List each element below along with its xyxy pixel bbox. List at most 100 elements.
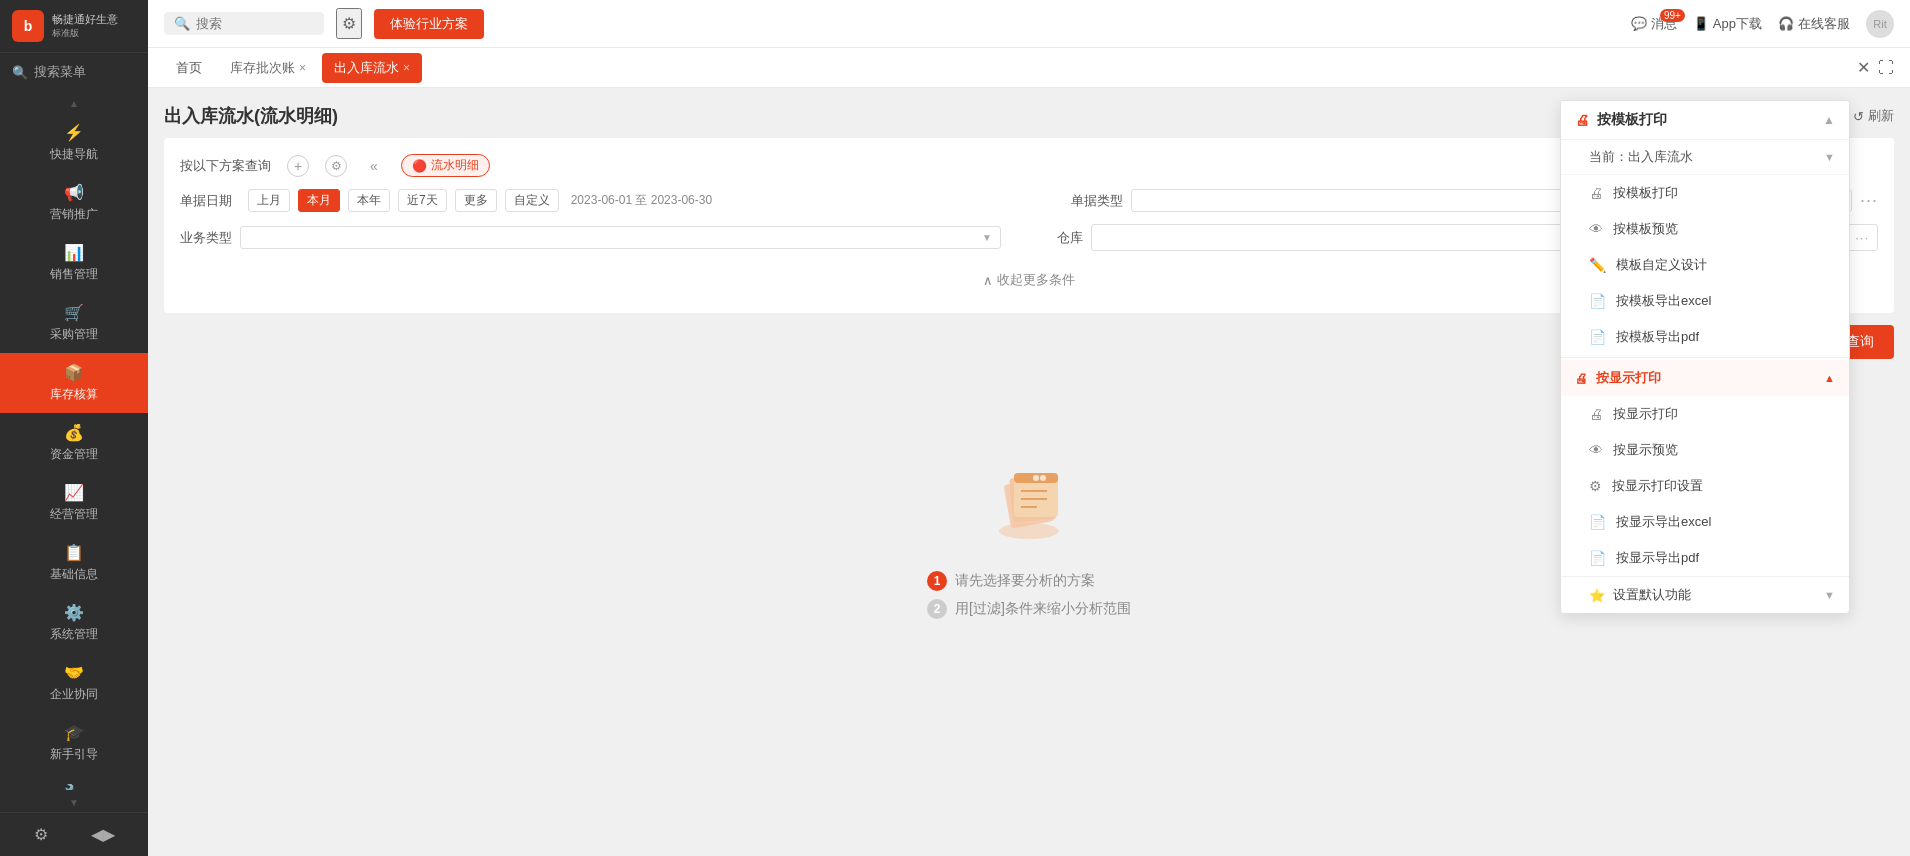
sidebar-item-purchase[interactable]: 🛒 采购管理: [0, 293, 148, 353]
sidebar-item-marketing[interactable]: 📢 营销推广: [0, 173, 148, 233]
collapse-sidebar-icon[interactable]: ◀▶: [91, 825, 115, 844]
sidebar-nav: ⚡ 快捷导航 📢 营销推广 📊 销售管理 🛒 采购管理 📦 库存核算 💰 资金管…: [0, 113, 148, 790]
marketing-icon: 📢: [64, 183, 84, 202]
header-search-input[interactable]: [196, 16, 296, 31]
set-default-arrow: ▼: [1824, 589, 1835, 601]
enterprise-icon: 🤝: [64, 663, 84, 682]
trial-btn[interactable]: 体验行业方案: [374, 9, 484, 39]
dropdown-section-display[interactable]: 🖨 按显示打印 ▲: [1561, 360, 1849, 396]
message-icon: 💬: [1631, 16, 1647, 31]
date-btn-more[interactable]: 更多: [455, 189, 497, 212]
template-preview-icon: 👁: [1589, 221, 1603, 237]
message-action[interactable]: 💬 消息 99+: [1631, 15, 1677, 33]
template-pdf-label: 按模板导出pdf: [1616, 328, 1699, 346]
tab-home-label: 首页: [176, 59, 202, 77]
settings-bottom-icon[interactable]: ⚙: [34, 825, 48, 844]
dropdown-current-arrow: ▼: [1824, 151, 1835, 163]
collapse-btn-label: 收起更多条件: [997, 271, 1075, 289]
display-settings-icon: ⚙: [1589, 478, 1602, 494]
top-header: 🔍 ⚙ 体验行业方案 💬 消息 99+ 📱 App下载 🎧 在线客服 Rit: [148, 0, 1910, 48]
date-btn-this-month[interactable]: 本月: [298, 189, 340, 212]
base-info-icon: 📋: [64, 543, 84, 562]
dropdown-item-display-print-settings[interactable]: ⚙ 按显示打印设置: [1561, 468, 1849, 504]
dropdown-item-display-pdf[interactable]: 📄 按显示导出pdf: [1561, 540, 1849, 576]
sidebar-item-inventory[interactable]: 📦 库存核算: [0, 353, 148, 413]
sidebar-item-label: 销售管理: [50, 266, 98, 283]
sidebar-item-app-center[interactable]: 🔧 应用中心: [0, 773, 148, 790]
sidebar-item-guide[interactable]: 🎓 新手引导: [0, 713, 148, 773]
sidebar-search[interactable]: 🔍 搜索菜单: [0, 53, 148, 91]
sidebar: b 畅捷通好生意 标准版 🔍 搜索菜单 ▲ ⚡ 快捷导航 📢 营销推广 📊 销售…: [0, 0, 148, 856]
sidebar-item-base-info[interactable]: 📋 基础信息: [0, 533, 148, 593]
display-pdf-label: 按显示导出pdf: [1616, 549, 1699, 567]
date-btn-this-year[interactable]: 本年: [348, 189, 390, 212]
empty-illustration: [979, 451, 1079, 551]
dropdown-print-icon: 🖨: [1575, 112, 1589, 128]
sidebar-item-system[interactable]: ⚙️ 系统管理: [0, 593, 148, 653]
window-max-btn[interactable]: ⛶: [1878, 59, 1894, 77]
sidebar-item-finance[interactable]: 💰 资金管理: [0, 413, 148, 473]
header-search-icon: 🔍: [174, 16, 190, 31]
display-excel-label: 按显示导出excel: [1616, 513, 1711, 531]
sidebar-item-enterprise[interactable]: 🤝 企业协同: [0, 653, 148, 713]
date-btn-last-month[interactable]: 上月: [248, 189, 290, 212]
app-name: 畅捷通好生意: [52, 12, 118, 26]
sidebar-item-operations[interactable]: 📈 经营管理: [0, 473, 148, 533]
doc-type-more-btn[interactable]: ···: [1860, 190, 1878, 211]
purchase-icon: 🛒: [64, 303, 84, 322]
refresh-btn[interactable]: ↺ 刷新: [1853, 107, 1894, 125]
tab-warehouse-flow-label: 出入库流水: [334, 59, 399, 77]
header-gear-button[interactable]: ⚙: [336, 8, 362, 39]
finance-icon: 💰: [64, 423, 84, 442]
online-service-action[interactable]: 🎧 在线客服: [1778, 15, 1850, 33]
template-preview-label: 按模板预览: [1613, 220, 1678, 238]
user-avatar[interactable]: Rit: [1866, 10, 1894, 38]
message-badge: 99+: [1660, 9, 1685, 22]
dropdown-item-display-preview[interactable]: 👁 按显示预览: [1561, 432, 1849, 468]
tab-home[interactable]: 首页: [164, 53, 214, 83]
header-search-bar[interactable]: 🔍: [164, 12, 324, 35]
window-close-btn[interactable]: ✕: [1857, 58, 1870, 77]
date-label: 单据日期: [180, 192, 232, 210]
filter-add-btn[interactable]: +: [287, 155, 309, 177]
sidebar-item-sales[interactable]: 📊 销售管理: [0, 233, 148, 293]
page-title: 出入库流水(流水明细): [164, 104, 338, 128]
dropdown-item-display-print[interactable]: 🖨 按显示打印: [1561, 396, 1849, 432]
sidebar-item-quick-nav[interactable]: ⚡ 快捷导航: [0, 113, 148, 173]
dropdown-collapse-icon[interactable]: ▲: [1823, 113, 1835, 127]
tab-warehouse-flow-close[interactable]: ×: [403, 61, 410, 75]
dropdown-item-template-custom[interactable]: ✏️ 模板自定义设计: [1561, 247, 1849, 283]
dropdown-current-label: 当前：出入库流水: [1589, 148, 1693, 166]
display-section-icon: 🖨: [1575, 371, 1588, 386]
biz-type-select[interactable]: ▼: [240, 226, 1001, 249]
dropdown-item-template-print[interactable]: 🖨 按模板打印: [1561, 175, 1849, 211]
dropdown-divider: [1561, 357, 1849, 358]
filter-settings-icon-btn[interactable]: ⚙: [325, 155, 347, 177]
filter-label: 按以下方案查询: [180, 157, 271, 175]
app-download-action[interactable]: 📱 App下载: [1693, 15, 1762, 33]
sidebar-item-label: 库存核算: [50, 386, 98, 403]
dropdown-item-display-excel[interactable]: 📄 按显示导出excel: [1561, 504, 1849, 540]
template-excel-icon: 📄: [1589, 293, 1606, 309]
date-btn-custom[interactable]: 自定义: [505, 189, 559, 212]
dropdown-footer-default[interactable]: ⭐ 设置默认功能 ▼: [1561, 576, 1849, 613]
dropdown-item-template-excel[interactable]: 📄 按模板导出excel: [1561, 283, 1849, 319]
dropdown-item-template-preview[interactable]: 👁 按模板预览: [1561, 211, 1849, 247]
doc-type-label: 单据类型: [1071, 192, 1123, 210]
app-download-icon: 📱: [1693, 16, 1709, 31]
tab-warehouse-flow[interactable]: 出入库流水 ×: [322, 53, 422, 83]
tab-inventory-batch-label: 库存批次账: [230, 59, 295, 77]
dropdown-header: 🖨 按模板打印 ▲: [1561, 101, 1849, 140]
warehouse-more-btn[interactable]: ···: [1855, 230, 1869, 245]
tab-inventory-batch-close[interactable]: ×: [299, 61, 306, 75]
template-excel-label: 按模板导出excel: [1616, 292, 1711, 310]
template-custom-icon: ✏️: [1589, 257, 1606, 273]
print-dropdown-panel: 🖨 按模板打印 ▲ 当前：出入库流水 ▼ 🖨 按模板打印 👁 按模板预览 ✏️ …: [1560, 100, 1850, 614]
svg-point-6: [1040, 475, 1046, 481]
tab-inventory-batch[interactable]: 库存批次账 ×: [218, 53, 318, 83]
filter-collapse-btn[interactable]: «: [363, 155, 385, 177]
date-btn-last-7days[interactable]: 近7天: [398, 189, 447, 212]
dropdown-item-template-pdf[interactable]: 📄 按模板导出pdf: [1561, 319, 1849, 355]
sidebar-item-label: 快捷导航: [50, 146, 98, 163]
refresh-icon: ↺: [1853, 109, 1864, 124]
